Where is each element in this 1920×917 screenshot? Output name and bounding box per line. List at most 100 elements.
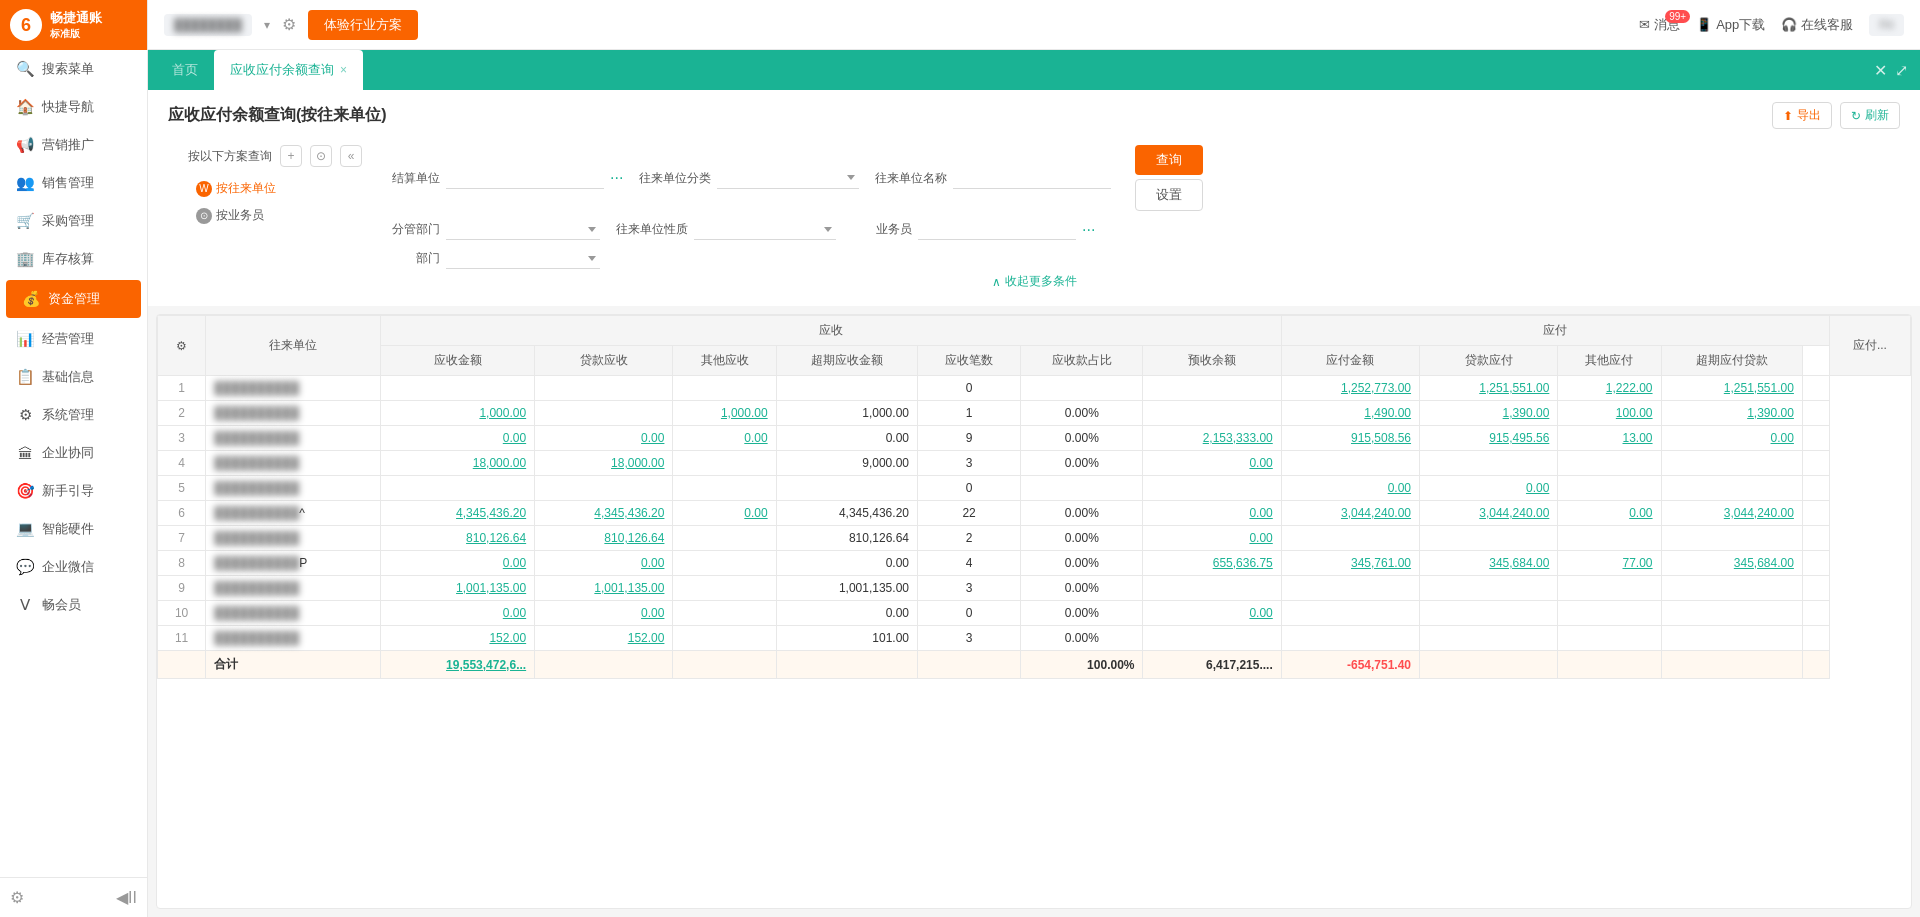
table-cell[interactable]: 152.00 (380, 626, 534, 651)
table-cell[interactable]: 3,044,240.00 (1281, 501, 1419, 526)
table-cell[interactable]: 4,345,436.20 (535, 501, 673, 526)
table-cell[interactable]: 0.00 (1281, 476, 1419, 501)
sidebar-item-hardware[interactable]: 💻 智能硬件 (0, 510, 147, 548)
sidebar-item-corp[interactable]: 🏛 企业协同 (0, 434, 147, 472)
service-button[interactable]: 🎧 在线客服 (1781, 16, 1853, 34)
sidebar-item-marketing[interactable]: 📢 营销推广 (0, 126, 147, 164)
table-cell[interactable]: 18,000.00 (535, 451, 673, 476)
table-cell[interactable]: 0.00 (1143, 501, 1281, 526)
table-cell[interactable]: 0.00 (673, 426, 776, 451)
user-info[interactable]: Rit (1869, 14, 1904, 36)
sidebar-item-finance[interactable]: 💰 资金管理 (6, 280, 141, 318)
filter-settings-icon[interactable]: ⊙ (310, 145, 332, 167)
table-cell[interactable]: 152.00 (535, 626, 673, 651)
table-cell[interactable]: 0.00 (1661, 426, 1802, 451)
tab-close-icon[interactable]: × (340, 63, 347, 77)
table-cell[interactable]: 1,390.00 (1420, 401, 1558, 426)
table-cell[interactable]: 345,684.00 (1661, 551, 1802, 576)
table-cell[interactable]: 345,761.00 (1281, 551, 1419, 576)
table-cell[interactable]: 345,684.00 (1420, 551, 1558, 576)
filter-option-by-partner[interactable]: W 按往来单位 (188, 177, 368, 200)
table-cell[interactable]: 1,000.00 (673, 401, 776, 426)
th-settings[interactable]: ⚙ (158, 316, 206, 376)
salesperson-input[interactable] (918, 219, 1076, 240)
topbar-dropdown-icon[interactable]: ▾ (264, 18, 270, 32)
table-cell[interactable]: 100.00 (1558, 401, 1661, 426)
salesperson-dots-icon[interactable]: ··· (1082, 221, 1095, 239)
branch-dept-select[interactable] (446, 219, 600, 240)
table-cell[interactable]: 1,252,773.00 (1281, 376, 1419, 401)
unit-category-select[interactable] (717, 168, 859, 189)
table-cell[interactable]: 0.00 (380, 551, 534, 576)
sidebar-item-wechat[interactable]: 💬 企业微信 (0, 548, 147, 586)
sidebar-item-search[interactable]: 🔍 搜索菜单 (0, 50, 147, 88)
sidebar-item-sales[interactable]: 👥 销售管理 (0, 164, 147, 202)
sidebar-collapse-icon[interactable]: ◀II (116, 888, 137, 907)
table-cell[interactable]: 810,126.64 (380, 526, 534, 551)
table-cell[interactable]: 0.00 (673, 501, 776, 526)
message-button[interactable]: ✉ 消息 99+ (1639, 16, 1680, 34)
app-download-button[interactable]: 📱 App下载 (1696, 16, 1765, 34)
table-cell[interactable]: 0.00 (380, 426, 534, 451)
table-cell[interactable]: 0.00 (1143, 526, 1281, 551)
table-cell[interactable]: 0.00 (1143, 601, 1281, 626)
topbar-gear-icon[interactable]: ⚙ (282, 15, 296, 34)
sidebar-item-operation[interactable]: 📊 经营管理 (0, 320, 147, 358)
table-cell[interactable]: 0.00 (535, 601, 673, 626)
filter-add-icon[interactable]: + (280, 145, 302, 167)
table-cell[interactable]: 1,390.00 (1661, 401, 1802, 426)
table-cell[interactable]: 915,508.56 (1281, 426, 1419, 451)
tab-ar-query[interactable]: 应收应付余额查询 × (214, 50, 363, 90)
sidebar-item-purchase[interactable]: 🛒 采购管理 (0, 202, 147, 240)
table-cell[interactable]: 1,001,135.00 (535, 576, 673, 601)
table-cell[interactable]: 2,153,333.00 (1143, 426, 1281, 451)
filter-collapse-icon[interactable]: « (340, 145, 362, 167)
table-cell[interactable]: 4,345,436.20 (380, 501, 534, 526)
table-cell[interactable]: 0.00 (1420, 476, 1558, 501)
sidebar-item-member[interactable]: Ⅴ 畅会员 (0, 586, 147, 624)
table-cell[interactable]: 3,044,240.00 (1420, 501, 1558, 526)
collapse-button[interactable]: ∧ 收起更多条件 (992, 273, 1077, 290)
table-cell[interactable]: 3,044,240.00 (1661, 501, 1802, 526)
table-cell[interactable]: 1,001,135.00 (380, 576, 534, 601)
tab-expand-icon[interactable]: ⤢ (1895, 61, 1908, 80)
table-cell[interactable]: 0.00 (380, 601, 534, 626)
sidebar-item-quick[interactable]: 🏠 快捷导航 (0, 88, 147, 126)
jiesuan-label: 结算单位 (380, 170, 440, 187)
sidebar-item-system[interactable]: ⚙ 系统管理 (0, 396, 147, 434)
set-button[interactable]: 设置 (1135, 179, 1203, 211)
jiesuan-dots-icon[interactable]: ··· (610, 169, 623, 187)
footer-ar-amount[interactable]: 19,553,472,6... (380, 651, 534, 679)
table-cell[interactable]: 915,495.56 (1420, 426, 1558, 451)
unit-name-input[interactable] (953, 168, 1111, 189)
table-cell[interactable]: 0.00 (535, 551, 673, 576)
refresh-button[interactable]: ↻ 刷新 (1840, 102, 1900, 129)
sidebar-item-guide[interactable]: 🎯 新手引导 (0, 472, 147, 510)
tab-close-window-icon[interactable]: ✕ (1874, 61, 1887, 80)
sidebar-item-basic[interactable]: 📋 基础信息 (0, 358, 147, 396)
table-cell[interactable]: 0.00 (1143, 451, 1281, 476)
table-cell[interactable]: 0.00 (535, 426, 673, 451)
table-cell[interactable]: 1,222.00 (1558, 376, 1661, 401)
table-cell[interactable]: 77.00 (1558, 551, 1661, 576)
sidebar-settings-icon[interactable]: ⚙ (10, 888, 24, 907)
unit-nature-select[interactable] (694, 219, 836, 240)
table-cell[interactable]: 13.00 (1558, 426, 1661, 451)
filter-option-by-salesperson[interactable]: ⊙ 按业务员 (188, 204, 368, 227)
export-button[interactable]: ⬆ 导出 (1772, 102, 1832, 129)
query-button[interactable]: 查询 (1135, 145, 1203, 175)
sidebar-item-inventory[interactable]: 🏢 库存核算 (0, 240, 147, 278)
table-cell: 11 (158, 626, 206, 651)
dept-select[interactable] (446, 248, 600, 269)
table-cell[interactable]: 810,126.64 (535, 526, 673, 551)
table-cell[interactable]: 1,490.00 (1281, 401, 1419, 426)
table-cell[interactable]: 1,000.00 (380, 401, 534, 426)
solution-button[interactable]: 体验行业方案 (308, 10, 418, 40)
table-cell[interactable]: 655,636.75 (1143, 551, 1281, 576)
table-cell[interactable]: 18,000.00 (380, 451, 534, 476)
jiesuan-input[interactable] (446, 168, 604, 189)
tab-home[interactable]: 首页 (156, 50, 214, 90)
table-cell[interactable]: 1,251,551.00 (1661, 376, 1802, 401)
table-cell[interactable]: 0.00 (1558, 501, 1661, 526)
table-cell[interactable]: 1,251,551.00 (1420, 376, 1558, 401)
